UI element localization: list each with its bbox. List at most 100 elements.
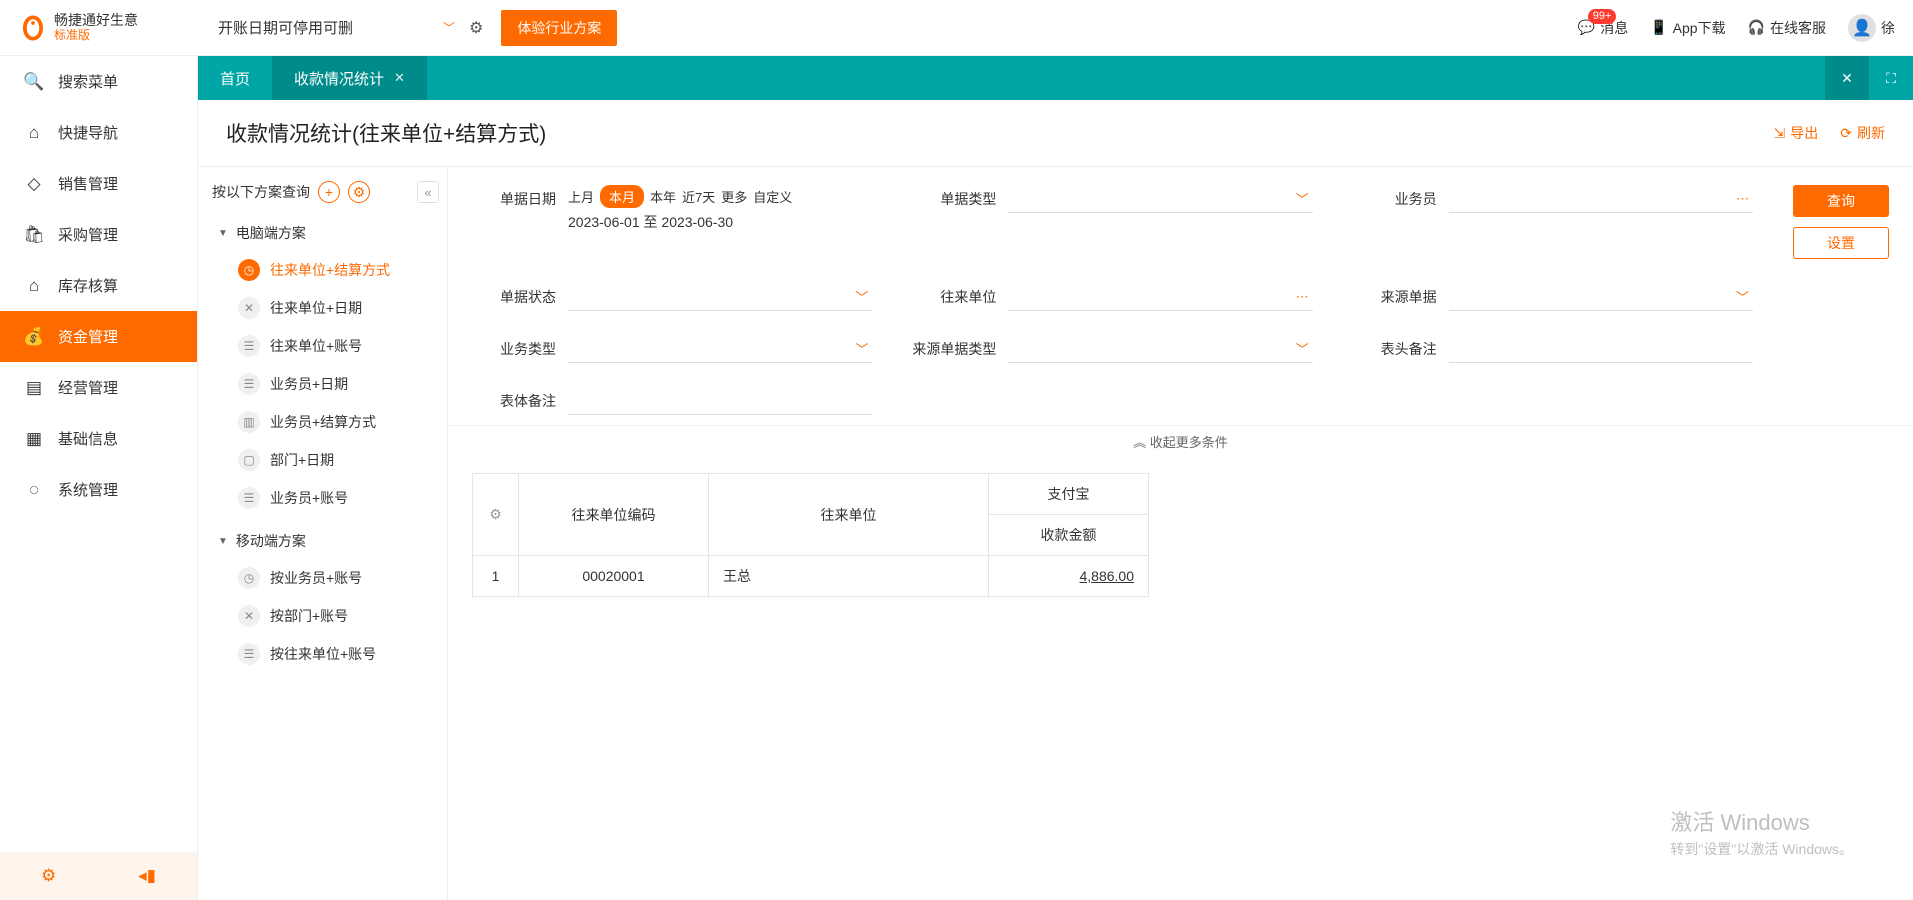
scheme-item-icon: ▢ bbox=[238, 449, 260, 471]
chevron-down-icon: ﹀ bbox=[443, 19, 455, 36]
sidebar-icon: ⌂ bbox=[24, 123, 44, 143]
logo-icon bbox=[18, 13, 48, 43]
panel-collapse-button[interactable]: « bbox=[417, 181, 439, 203]
scheme-item-0-4[interactable]: ▥业务员+结算方式 bbox=[212, 403, 439, 441]
export-button[interactable]: ⇲导出 bbox=[1774, 123, 1819, 143]
sidebar-label: 经营管理 bbox=[58, 377, 118, 398]
sidebar-item-2[interactable]: ◇ 销售管理 bbox=[0, 158, 197, 209]
scheme-item-icon: ☰ bbox=[238, 643, 260, 665]
sidebar-item-7[interactable]: ▦基础信息 bbox=[0, 413, 197, 464]
account-title: 开账日期可停用可删 bbox=[218, 17, 353, 38]
settings-icon[interactable]: ⚙ bbox=[469, 18, 483, 38]
scheme-header: 按以下方案查询 bbox=[212, 182, 310, 202]
body-remark-input[interactable] bbox=[568, 387, 872, 415]
date-opt[interactable]: 本月 bbox=[600, 185, 644, 208]
sidebar-label: 快捷导航 bbox=[58, 122, 118, 143]
scheme-item-0-5[interactable]: ▢部门+日期 bbox=[212, 441, 439, 479]
date-opt[interactable]: 更多 bbox=[721, 187, 747, 206]
sidebar-label: 资金管理 bbox=[58, 326, 118, 347]
sidebar-item-5[interactable]: 💰 资金管理 bbox=[0, 311, 197, 362]
scheme-item-icon: ☰ bbox=[238, 335, 260, 357]
field-date: 单据日期 上月本月本年近7天更多自定义 2023-06-01 至 2023-06… bbox=[472, 185, 872, 232]
caret-down-icon: ▼ bbox=[218, 536, 228, 547]
col-partner: 往来单位 bbox=[709, 474, 989, 556]
scheme-item-1-1[interactable]: ✕按部门+账号 bbox=[212, 597, 439, 635]
page-title: 收款情况统计(往来单位+结算方式) bbox=[226, 118, 546, 148]
refresh-icon: ⟳ bbox=[1840, 125, 1852, 142]
user-menu[interactable]: 👤 徐 bbox=[1848, 14, 1895, 42]
date-opt[interactable]: 本年 bbox=[650, 187, 676, 206]
scheme-group-1[interactable]: ▼移动端方案 bbox=[212, 523, 439, 559]
industry-scheme-button[interactable]: 体验行业方案 bbox=[501, 10, 617, 46]
scheme-item-icon: ▥ bbox=[238, 411, 260, 433]
sidebar-item-8[interactable]: ◌系统管理 bbox=[0, 464, 197, 515]
sidebar-item-4[interactable]: ⌂ 库存核算 bbox=[0, 260, 197, 311]
add-scheme-button[interactable]: + bbox=[318, 181, 340, 203]
query-button[interactable]: 查询 bbox=[1793, 185, 1889, 217]
fullscreen-button[interactable]: ⛶ bbox=[1869, 56, 1913, 100]
messages-link[interactable]: 💬 消息 99+ bbox=[1578, 18, 1628, 38]
sidebar-item-1[interactable]: ⌂ 快捷导航 bbox=[0, 107, 197, 158]
footer-collapse-icon[interactable]: ◂▮ bbox=[138, 866, 156, 886]
scheme-item-1-2[interactable]: ☰按往来单位+账号 bbox=[212, 635, 439, 673]
collapse-conditions-button[interactable]: ︽ 收起更多条件 bbox=[448, 425, 1913, 457]
doc-status-select[interactable]: ﹀ bbox=[568, 283, 872, 311]
tab-1[interactable]: 收款情况统计✕ bbox=[272, 56, 427, 100]
scheme-panel: 按以下方案查询 + ⚙ « ▼电脑端方案◷往来单位+结算方式✕往来单位+日期☰往… bbox=[198, 167, 448, 900]
scheme-item-icon: ☰ bbox=[238, 373, 260, 395]
tab-close-all-button[interactable]: ✕ bbox=[1825, 56, 1869, 100]
table-settings-button[interactable]: ⚙ bbox=[473, 474, 519, 556]
brand-name: 畅捷通好生意 bbox=[54, 13, 138, 28]
account-dropdown[interactable]: 开账日期可停用可删 ﹀ bbox=[218, 17, 455, 38]
sidebar-item-3[interactable]: 🛍采购管理 bbox=[0, 209, 197, 260]
header-remark-input[interactable] bbox=[1449, 335, 1753, 363]
table-row[interactable]: 100020001王总4,886.00 bbox=[473, 556, 1149, 597]
scheme-item-1-0[interactable]: ◷按业务员+账号 bbox=[212, 559, 439, 597]
scheme-item-0-3[interactable]: ☰业务员+日期 bbox=[212, 365, 439, 403]
scheme-item-0-1[interactable]: ✕往来单位+日期 bbox=[212, 289, 439, 327]
col-paygroup: 支付宝 bbox=[989, 474, 1149, 515]
source-doc-select[interactable]: ﹀ bbox=[1449, 283, 1753, 311]
sidebar-label: 库存核算 bbox=[58, 275, 118, 296]
date-opt[interactable]: 近7天 bbox=[682, 187, 715, 206]
scheme-item-icon: ✕ bbox=[238, 605, 260, 627]
export-icon: ⇲ bbox=[1774, 125, 1786, 142]
sidebar-icon: 💰 bbox=[24, 327, 44, 347]
amount-cell[interactable]: 4,886.00 bbox=[989, 556, 1149, 597]
partner-select[interactable]: ⋯ bbox=[1008, 283, 1312, 311]
scheme-item-icon: ◷ bbox=[238, 259, 260, 281]
brand-logo: 畅捷通好生意 标准版 bbox=[18, 13, 198, 43]
messages-badge: 99+ bbox=[1588, 9, 1617, 24]
scheme-item-0-2[interactable]: ☰往来单位+账号 bbox=[212, 327, 439, 365]
sidebar-item-6[interactable]: ▤经营管理 bbox=[0, 362, 197, 413]
headset-icon: 🎧 bbox=[1748, 19, 1765, 36]
sidebar-icon: 🔍 bbox=[24, 72, 44, 92]
caret-down-icon: ▼ bbox=[218, 228, 228, 239]
scheme-settings-button[interactable]: ⚙ bbox=[348, 181, 370, 203]
app-download-link[interactable]: 📱 App下载 bbox=[1650, 18, 1725, 38]
scheme-item-icon: ◷ bbox=[238, 567, 260, 589]
scheme-group-0[interactable]: ▼电脑端方案 bbox=[212, 215, 439, 251]
tab-0[interactable]: 首页 bbox=[198, 56, 272, 100]
sidebar-label: 销售管理 bbox=[58, 173, 118, 194]
sidebar-icon: ⌂ bbox=[24, 276, 44, 296]
date-opt[interactable]: 自定义 bbox=[753, 187, 792, 206]
col-amount: 收款金额 bbox=[989, 515, 1149, 556]
tab-close-icon[interactable]: ✕ bbox=[394, 70, 405, 86]
support-link[interactable]: 🎧 在线客服 bbox=[1748, 18, 1826, 38]
sidebar: 🔍搜索菜单 ⌂ 快捷导航 ◇ 销售管理 🛍采购管理 ⌂ 库存核算 💰 资金管理 ▤经营管理▦基础信息… bbox=[0, 56, 198, 900]
tab-bar: 首页收款情况统计✕ ✕ ⛶ bbox=[198, 56, 1913, 100]
source-doc-type-select[interactable]: ﹀ bbox=[1008, 335, 1312, 363]
biz-type-select[interactable]: ﹀ bbox=[568, 335, 872, 363]
scheme-item-0-0[interactable]: ◷往来单位+结算方式 bbox=[212, 251, 439, 289]
refresh-button[interactable]: ⟳刷新 bbox=[1840, 123, 1885, 143]
sidebar-icon: ◇ bbox=[24, 174, 44, 194]
scheme-item-0-6[interactable]: ☰业务员+账号 bbox=[212, 479, 439, 517]
salesman-select[interactable]: ⋯ bbox=[1449, 185, 1753, 213]
sidebar-icon: ▦ bbox=[24, 429, 44, 449]
footer-gear-icon[interactable]: ⚙ bbox=[41, 866, 56, 886]
settings-button[interactable]: 设置 bbox=[1793, 227, 1889, 259]
sidebar-item-0[interactable]: 🔍搜索菜单 bbox=[0, 56, 197, 107]
date-opt[interactable]: 上月 bbox=[568, 187, 594, 206]
doc-type-select[interactable]: ﹀ bbox=[1008, 185, 1312, 213]
